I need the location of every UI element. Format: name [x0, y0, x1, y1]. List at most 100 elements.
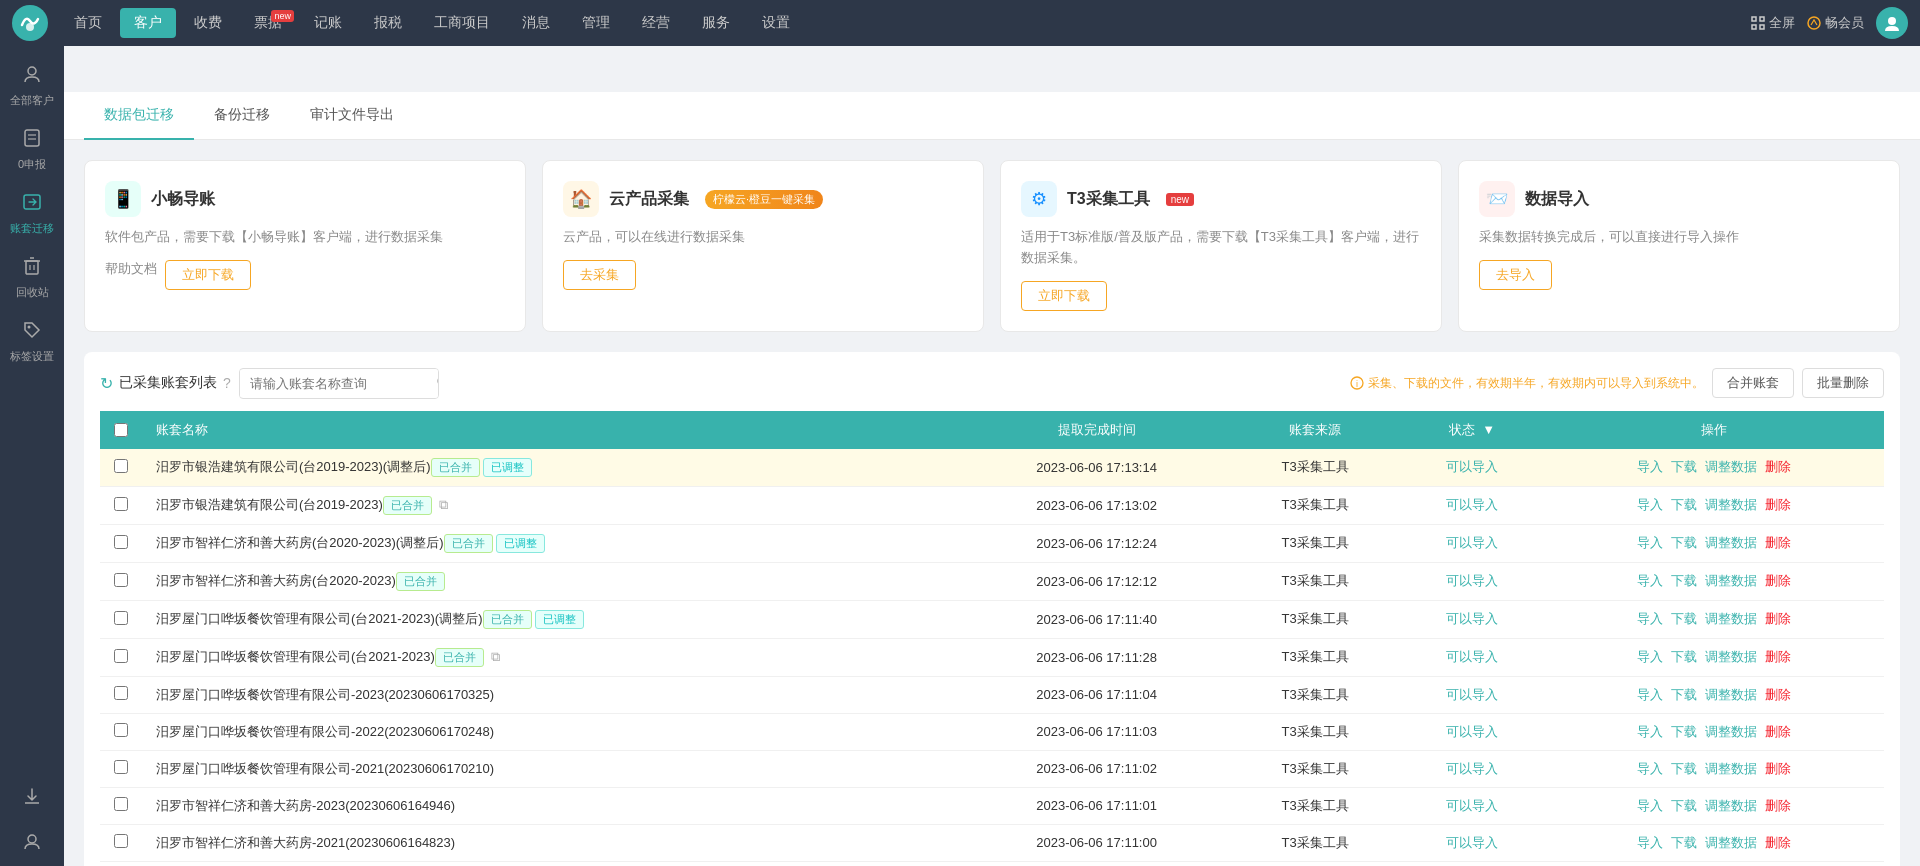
sidebar-item-recycle-bin[interactable]: 回收站: [0, 246, 64, 310]
action-下载[interactable]: 下载: [1671, 798, 1697, 813]
nav-settings[interactable]: 设置: [748, 8, 804, 38]
help-icon[interactable]: ?: [223, 375, 231, 391]
action-调整数据[interactable]: 调整数据: [1705, 798, 1757, 813]
action-导入[interactable]: 导入: [1637, 459, 1663, 474]
action-调整数据[interactable]: 调整数据: [1705, 611, 1757, 626]
sidebar-item-all-customers[interactable]: 全部客户: [0, 54, 64, 118]
action-导入[interactable]: 导入: [1637, 687, 1663, 702]
nav-invoice[interactable]: 票据: [240, 8, 296, 38]
tab-audit-export[interactable]: 审计文件导出: [290, 92, 414, 140]
batch-delete-btn[interactable]: 批量删除: [1802, 368, 1884, 398]
sidebar-item-user[interactable]: [0, 821, 64, 866]
action-调整数据[interactable]: 调整数据: [1705, 497, 1757, 512]
action-调整数据[interactable]: 调整数据: [1705, 649, 1757, 664]
app-logo[interactable]: [12, 5, 48, 41]
action-下载[interactable]: 下载: [1671, 649, 1697, 664]
help-doc-link[interactable]: 帮助文档: [105, 260, 157, 290]
action-导入[interactable]: 导入: [1637, 835, 1663, 850]
refresh-icon[interactable]: ↻: [100, 374, 113, 393]
action-下载[interactable]: 下载: [1671, 497, 1697, 512]
action-删除[interactable]: 删除: [1765, 535, 1791, 550]
action-删除[interactable]: 删除: [1765, 649, 1791, 664]
select-all-checkbox[interactable]: [114, 423, 128, 437]
nav-tax[interactable]: 报税: [360, 8, 416, 38]
action-下载[interactable]: 下载: [1671, 573, 1697, 588]
nav-customer[interactable]: 客户: [120, 8, 176, 38]
action-调整数据[interactable]: 调整数据: [1705, 573, 1757, 588]
action-删除[interactable]: 删除: [1765, 459, 1791, 474]
row-checkbox[interactable]: [114, 834, 128, 848]
sidebar-item-download[interactable]: [0, 776, 64, 821]
copy-icon[interactable]: ⧉: [491, 649, 500, 664]
sidebar-item-zero-report[interactable]: 0申报: [0, 118, 64, 182]
action-下载[interactable]: 下载: [1671, 535, 1697, 550]
action-删除[interactable]: 删除: [1765, 611, 1791, 626]
action-删除[interactable]: 删除: [1765, 497, 1791, 512]
action-调整数据[interactable]: 调整数据: [1705, 761, 1757, 776]
nav-fee[interactable]: 收费: [180, 8, 236, 38]
sidebar-item-tag-settings[interactable]: 标签设置: [0, 310, 64, 374]
action-删除[interactable]: 删除: [1765, 835, 1791, 850]
row-checkbox[interactable]: [114, 497, 128, 511]
fullscreen-btn[interactable]: 全屏: [1751, 14, 1795, 32]
nav-home[interactable]: 首页: [60, 8, 116, 38]
action-删除[interactable]: 删除: [1765, 761, 1791, 776]
action-删除[interactable]: 删除: [1765, 798, 1791, 813]
download-xiaochangdaozhang-btn[interactable]: 立即下载: [165, 260, 251, 290]
nav-bookkeeping[interactable]: 记账: [300, 8, 356, 38]
action-删除[interactable]: 删除: [1765, 687, 1791, 702]
action-导入[interactable]: 导入: [1637, 611, 1663, 626]
action-下载[interactable]: 下载: [1671, 835, 1697, 850]
tab-data-migrate[interactable]: 数据包迁移: [84, 92, 194, 140]
action-删除[interactable]: 删除: [1765, 724, 1791, 739]
action-下载[interactable]: 下载: [1671, 459, 1697, 474]
row-checkbox[interactable]: [114, 611, 128, 625]
action-调整数据[interactable]: 调整数据: [1705, 724, 1757, 739]
status-sort-icon[interactable]: ▼: [1482, 422, 1495, 437]
row-checkbox[interactable]: [114, 723, 128, 737]
action-导入[interactable]: 导入: [1637, 761, 1663, 776]
row-checkbox[interactable]: [114, 686, 128, 700]
copy-icon[interactable]: ⧉: [439, 497, 448, 512]
row-checkbox[interactable]: [114, 573, 128, 587]
tab-backup-migrate[interactable]: 备份迁移: [194, 92, 290, 140]
action-下载[interactable]: 下载: [1671, 687, 1697, 702]
row-checkbox[interactable]: [114, 535, 128, 549]
action-下载[interactable]: 下载: [1671, 611, 1697, 626]
search-button[interactable]: [428, 369, 439, 398]
action-导入[interactable]: 导入: [1637, 724, 1663, 739]
action-下载[interactable]: 下载: [1671, 761, 1697, 776]
select-all-input[interactable]: [114, 423, 128, 437]
action-导入[interactable]: 导入: [1637, 798, 1663, 813]
action-调整数据[interactable]: 调整数据: [1705, 835, 1757, 850]
account-tag: 已调整: [483, 458, 532, 477]
nav-service[interactable]: 服务: [688, 8, 744, 38]
download-t3tool-btn[interactable]: 立即下载: [1021, 281, 1107, 311]
action-调整数据[interactable]: 调整数据: [1705, 687, 1757, 702]
action-导入[interactable]: 导入: [1637, 497, 1663, 512]
user-avatar[interactable]: [1876, 7, 1908, 39]
row-checkbox[interactable]: [114, 797, 128, 811]
row-checkbox[interactable]: [114, 459, 128, 473]
row-actions: 导入下载调整数据删除: [1544, 824, 1884, 861]
action-删除[interactable]: 删除: [1765, 573, 1791, 588]
action-下载[interactable]: 下载: [1671, 724, 1697, 739]
card-title-2: 云产品采集: [609, 189, 689, 210]
import-data-btn[interactable]: 去导入: [1479, 260, 1552, 290]
member-btn[interactable]: 畅会员: [1807, 14, 1864, 32]
nav-message[interactable]: 消息: [508, 8, 564, 38]
action-导入[interactable]: 导入: [1637, 535, 1663, 550]
merge-accounts-btn[interactable]: 合并账套: [1712, 368, 1794, 398]
row-checkbox[interactable]: [114, 649, 128, 663]
nav-business[interactable]: 工商项目: [420, 8, 504, 38]
nav-manage[interactable]: 管理: [568, 8, 624, 38]
sidebar-item-account-migrate[interactable]: 账套迁移: [0, 182, 64, 246]
action-调整数据[interactable]: 调整数据: [1705, 535, 1757, 550]
action-调整数据[interactable]: 调整数据: [1705, 459, 1757, 474]
search-input[interactable]: [240, 370, 428, 397]
row-checkbox[interactable]: [114, 760, 128, 774]
collect-yuncp-btn[interactable]: 去采集: [563, 260, 636, 290]
action-导入[interactable]: 导入: [1637, 649, 1663, 664]
nav-operation[interactable]: 经营: [628, 8, 684, 38]
action-导入[interactable]: 导入: [1637, 573, 1663, 588]
